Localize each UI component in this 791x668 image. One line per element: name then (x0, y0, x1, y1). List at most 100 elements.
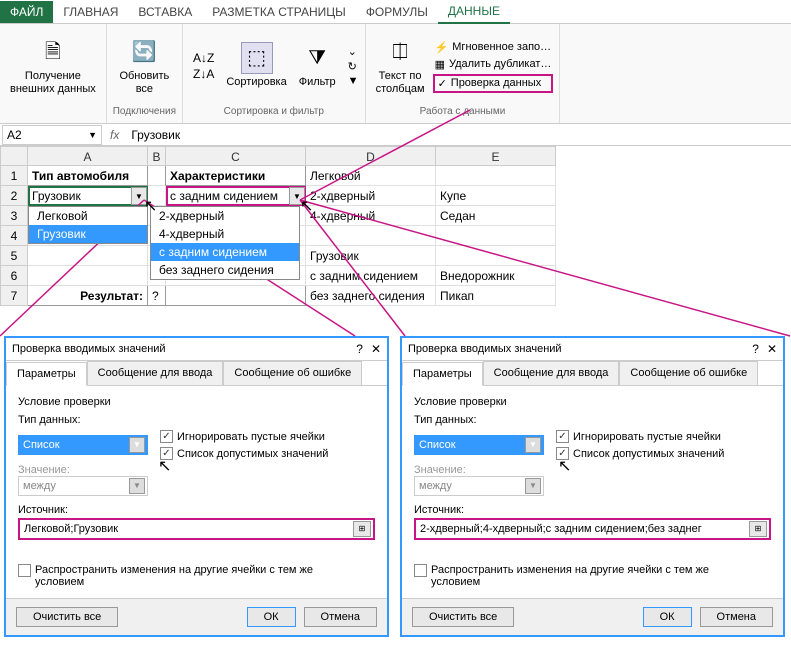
type-combo[interactable]: Список▼ (18, 435, 148, 455)
tab-layout[interactable]: РАЗМЕТКА СТРАНИЦЫ (202, 1, 356, 23)
cell-b1[interactable] (148, 166, 166, 186)
range-picker-icon[interactable]: ⊞ (353, 521, 371, 537)
ok-button[interactable]: ОК (247, 607, 296, 627)
row-header-3[interactable]: 3 (0, 206, 28, 226)
list-item[interactable]: с задним сидением (151, 243, 299, 261)
tab-home[interactable]: ГЛАВНАЯ (53, 1, 128, 23)
dropdown-button-c2[interactable]: ▼ (289, 187, 305, 205)
cell-b2[interactable] (148, 186, 166, 206)
cell-d6[interactable]: с задним сидением (306, 266, 436, 286)
group-external: 🗎 Получение внешних данных (0, 24, 107, 123)
sort-asc-icon[interactable]: A↓Z (193, 51, 214, 65)
cell-a2[interactable]: Грузовик (28, 186, 148, 206)
cell-a6[interactable] (28, 266, 148, 286)
col-header-d[interactable]: D (306, 146, 436, 166)
col-header-c[interactable]: C (166, 146, 306, 166)
apply-changes-checkbox[interactable]: Распространить изменения на другие ячейк… (414, 564, 771, 588)
cell-d1[interactable]: Легковой (306, 166, 436, 186)
cell-c7[interactable] (166, 286, 306, 306)
clear-all-button[interactable]: Очистить все (412, 607, 514, 627)
formula-input[interactable]: Грузовик (125, 128, 791, 142)
type-combo[interactable]: Список▼ (414, 435, 544, 455)
cancel-button[interactable]: Отмена (700, 607, 773, 627)
cell-e2[interactable]: Купе (436, 186, 556, 206)
dropdown-button-a2[interactable]: ▼ (131, 187, 147, 205)
clear-filter-icon[interactable]: ⌄ (348, 45, 359, 58)
tab-insert[interactable]: ВСТАВКА (128, 1, 202, 23)
dropdown-list-c2[interactable]: 2-хдверный 4-хдверный с задним сидением … (150, 206, 300, 280)
row-header-5[interactable]: 5 (0, 246, 28, 266)
get-external-data-button[interactable]: 🗎 Получение внешних данных (6, 34, 100, 98)
cell-e5[interactable] (436, 246, 556, 266)
cell-e4[interactable] (436, 226, 556, 246)
in-cell-dropdown-checkbox[interactable]: ✓Список допустимых значений (556, 447, 724, 460)
flash-fill-button[interactable]: ⚡Мгновенное запо… (433, 40, 554, 55)
row-header-6[interactable]: 6 (0, 266, 28, 286)
refresh-all-button[interactable]: 🔄 Обновить все (115, 34, 173, 98)
ok-button[interactable]: ОК (643, 607, 692, 627)
sort-button[interactable]: ⬚ Сортировка (222, 40, 290, 91)
source-input[interactable]: 2-хдверный;4-хдверный;с задним сидением;… (414, 518, 771, 540)
list-item[interactable]: Легковой (29, 207, 147, 225)
select-all-corner[interactable] (0, 146, 28, 166)
list-item[interactable]: без заднего сидения (151, 261, 299, 279)
row-header-7[interactable]: 7 (0, 286, 28, 306)
text-to-columns-button[interactable]: ⎅ Текст по столбцам (372, 34, 429, 98)
cell-d2[interactable]: 2-хдверный (306, 186, 436, 206)
apply-changes-checkbox[interactable]: Распространить изменения на другие ячейк… (18, 564, 375, 588)
data-validation-dialog-1: Проверка вводимых значений ? ✕ Параметры… (4, 336, 389, 637)
cell-b7[interactable]: ? (148, 286, 166, 306)
tab-file[interactable]: ФАЙЛ (0, 1, 53, 23)
cell-a7[interactable]: Результат: (28, 286, 148, 306)
tab-error-alert[interactable]: Сообщение об ошибке (223, 361, 362, 385)
source-input[interactable]: Легковой;Грузовик⊞ (18, 518, 375, 540)
row-header-2[interactable]: 2 (0, 186, 28, 206)
in-cell-dropdown-checkbox[interactable]: ✓Список допустимых значений (160, 447, 328, 460)
cell-e6[interactable]: Внедорожник (436, 266, 556, 286)
cell-a5[interactable] (28, 246, 148, 266)
cell-c2[interactable]: с задним сидением (166, 186, 306, 206)
ignore-blank-checkbox[interactable]: ✓Игнорировать пустые ячейки (160, 430, 328, 443)
filter-button[interactable]: ⧩ Фильтр (295, 40, 340, 91)
col-header-b[interactable]: B (148, 146, 166, 166)
close-icon[interactable]: ✕ (371, 342, 381, 356)
tab-input-message[interactable]: Сообщение для ввода (483, 361, 620, 385)
close-icon[interactable]: ✕ (767, 342, 777, 356)
cell-d7[interactable]: без заднего сидения (306, 286, 436, 306)
cell-d4[interactable] (306, 226, 436, 246)
row-header-4[interactable]: 4 (0, 226, 28, 246)
name-box[interactable]: A2▼ (2, 125, 102, 145)
help-icon[interactable]: ? (752, 342, 759, 356)
clear-all-button[interactable]: Очистить все (16, 607, 118, 627)
cell-a1[interactable]: Тип автомобиля (28, 166, 148, 186)
cell-e1[interactable] (436, 166, 556, 186)
tab-error-alert[interactable]: Сообщение об ошибке (619, 361, 758, 385)
cell-e7[interactable]: Пикап (436, 286, 556, 306)
tab-parameters[interactable]: Параметры (402, 362, 483, 386)
list-item[interactable]: Грузовик (29, 225, 147, 243)
remove-duplicates-button[interactable]: ▦Удалить дубликат… (433, 57, 554, 72)
cancel-button[interactable]: Отмена (304, 607, 377, 627)
col-header-e[interactable]: E (436, 146, 556, 166)
range-picker-icon[interactable]: ⊞ (749, 521, 767, 537)
cell-d3[interactable]: 4-хдверный (306, 206, 436, 226)
advanced-icon[interactable]: ▼ (348, 75, 359, 87)
fx-icon[interactable]: fx (104, 128, 125, 142)
row-header-1[interactable]: 1 (0, 166, 28, 186)
tab-input-message[interactable]: Сообщение для ввода (87, 361, 224, 385)
reapply-icon[interactable]: ↻ (348, 60, 359, 73)
help-icon[interactable]: ? (356, 342, 363, 356)
cell-c1[interactable]: Характеристики (166, 166, 306, 186)
tab-formulas[interactable]: ФОРМУЛЫ (356, 1, 438, 23)
cell-d5[interactable]: Грузовик (306, 246, 436, 266)
tab-data[interactable]: ДАННЫЕ (438, 0, 510, 24)
cell-e3[interactable]: Седан (436, 206, 556, 226)
list-item[interactable]: 4-хдверный (151, 225, 299, 243)
ignore-blank-checkbox[interactable]: ✓Игнорировать пустые ячейки (556, 430, 724, 443)
data-validation-button[interactable]: ✓Проверка данных (433, 74, 554, 93)
dropdown-list-a2[interactable]: Легковой Грузовик (28, 206, 148, 244)
list-item[interactable]: 2-хдверный (151, 207, 299, 225)
tab-parameters[interactable]: Параметры (6, 362, 87, 386)
col-header-a[interactable]: A (28, 146, 148, 166)
sort-desc-icon[interactable]: Z↓A (193, 67, 214, 81)
